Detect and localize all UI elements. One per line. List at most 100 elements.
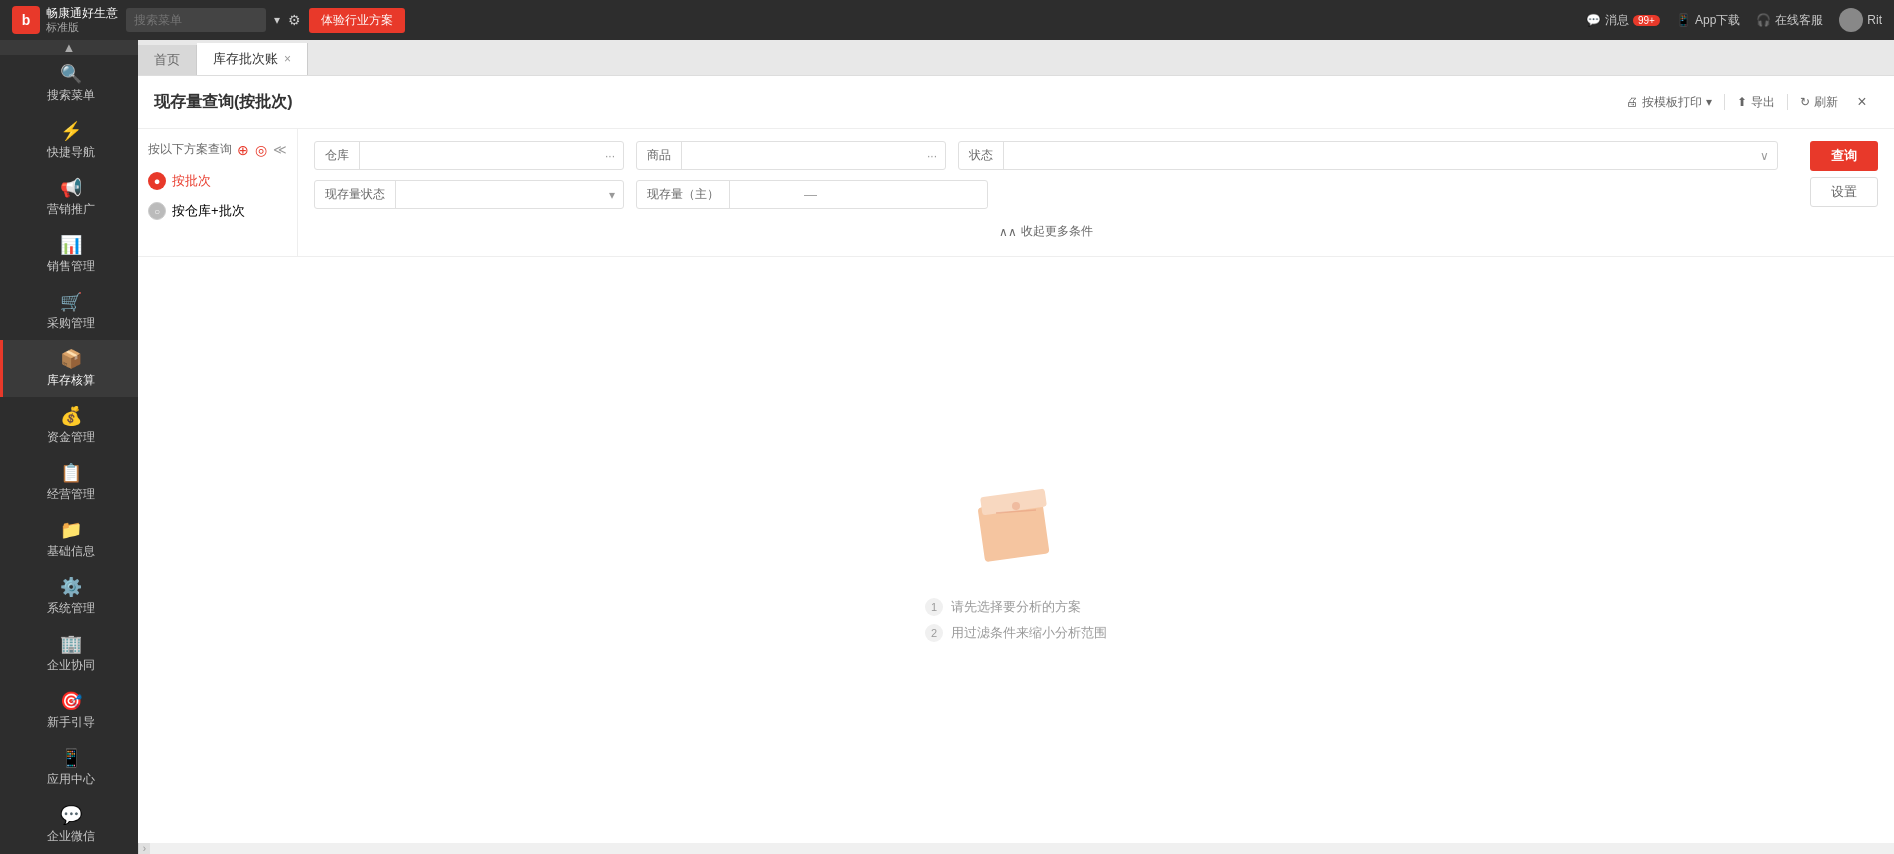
filter-row-2: 现存量状态 ▾ 现存量（主） —: [314, 180, 1778, 209]
topbar-actions: 💬 消息 99+ 📱 App下载 🎧 在线客服 Rit: [1586, 8, 1882, 32]
stock-amount-from[interactable]: [730, 183, 800, 207]
sidebar-item-inventory[interactable]: 📦 库存核算: [0, 340, 138, 397]
scheme-icon-batch: ●: [148, 172, 166, 190]
quick-nav-icon: ⚡: [60, 122, 82, 140]
header-actions: 🖨 按模板打印 ▾ ⬆ 导出 ↻ 刷新: [1626, 94, 1838, 111]
sidebar-item-marketing[interactable]: 📢 营销推广: [0, 169, 138, 226]
sidebar-item-search[interactable]: 🔍 搜索菜单: [0, 55, 138, 112]
sidebar-label-operations: 经营管理: [47, 486, 95, 503]
empty-svg: [956, 458, 1076, 578]
filter-area: 按以下方案查询 ⊕ ◎ ≪ ● 按批次 ○: [138, 129, 1894, 257]
hint-item-2: 2 用过滤条件来缩小分析范围: [925, 624, 1107, 642]
search-dropdown-icon[interactable]: ▾: [274, 13, 280, 27]
refresh-button[interactable]: ↻ 刷新: [1800, 94, 1838, 111]
sidebar-label-enterprise: 企业协同: [47, 657, 95, 674]
tab-close-icon[interactable]: ×: [284, 52, 291, 66]
sidebar-item-purchase[interactable]: 🛒 采购管理: [0, 283, 138, 340]
goods-more-icon[interactable]: ···: [919, 149, 945, 163]
message-button[interactable]: 💬 消息 99+: [1586, 12, 1660, 29]
right-panel-toggle[interactable]: ›: [138, 843, 150, 854]
online-service-button[interactable]: 🎧 在线客服: [1756, 12, 1823, 29]
avatar: [1839, 8, 1863, 32]
sidebar-item-operations[interactable]: 📋 经营管理: [0, 454, 138, 511]
scheme-item-by-batch[interactable]: ● 按批次: [138, 166, 297, 196]
stock-status-field[interactable]: 现存量状态 ▾: [314, 180, 624, 209]
export-icon: ⬆: [1737, 95, 1747, 109]
print-icon: 🖨: [1626, 95, 1638, 109]
operations-icon: 📋: [60, 464, 82, 482]
sidebar-item-system[interactable]: ⚙️ 系统管理: [0, 568, 138, 625]
filter-conditions: 仓库 ··· 商品 ··· 状态: [298, 129, 1794, 256]
tab-batch-stock[interactable]: 库存批次账 ×: [197, 43, 308, 75]
stock-amount-field[interactable]: 现存量（主） —: [636, 180, 988, 209]
dash-icon: —: [800, 187, 821, 202]
hint-item-1: 1 请先选择要分析的方案: [925, 598, 1107, 616]
scheme-label-by-batch: 按批次: [172, 172, 211, 190]
wechat-icon: 💬: [60, 806, 82, 824]
sidebar-scroll-up[interactable]: ▲: [0, 40, 138, 55]
warehouse-label: 仓库: [315, 142, 360, 169]
export-button[interactable]: ⬆ 导出: [1737, 94, 1775, 111]
scheme-panel: 按以下方案查询 ⊕ ◎ ≪ ● 按批次 ○: [138, 129, 298, 256]
refresh-icon: ↻: [1800, 95, 1810, 109]
sidebar-label-wechat: 企业微信: [47, 828, 95, 845]
topbar: b 畅康通好生意 标准版 ▾ ⚙ 体验行业方案 💬 消息 99+ 📱 App下载…: [0, 0, 1894, 40]
goods-input[interactable]: [682, 144, 919, 168]
sidebar-item-quick-nav[interactable]: ⚡ 快捷导航: [0, 112, 138, 169]
hint-text-1: 请先选择要分析的方案: [951, 598, 1081, 616]
app-download-icon: 📱: [1676, 13, 1691, 27]
chevron-right-icon: ›: [143, 843, 146, 854]
page-close-button[interactable]: ×: [1846, 86, 1878, 118]
status-field[interactable]: 状态 ∨: [958, 141, 1778, 170]
search-icon: 🔍: [60, 65, 82, 83]
sidebar-item-finance[interactable]: 💰 资金管理: [0, 397, 138, 454]
logo-area: b 畅康通好生意 标准版: [12, 6, 118, 34]
stock-amount-to[interactable]: [821, 183, 987, 207]
sidebar-item-wechat[interactable]: 💬 企业微信: [0, 796, 138, 853]
filter-row-1: 仓库 ··· 商品 ··· 状态: [314, 141, 1778, 170]
goods-field[interactable]: 商品 ···: [636, 141, 946, 170]
sidebar-item-basic[interactable]: 📁 基础信息: [0, 511, 138, 568]
tab-bar: 首页 库存批次账 ×: [138, 40, 1894, 76]
scheme-header: 按以下方案查询 ⊕ ◎ ≪: [138, 137, 297, 166]
setting-button[interactable]: 设置: [1810, 177, 1878, 207]
tab-home[interactable]: 首页: [138, 45, 197, 75]
warehouse-more-icon[interactable]: ···: [597, 149, 623, 163]
inventory-icon: 📦: [60, 350, 82, 368]
app-center-icon: 📱: [60, 749, 82, 767]
experience-button[interactable]: 体验行业方案: [309, 8, 405, 33]
empty-illustration: [956, 458, 1076, 578]
print-button[interactable]: 🖨 按模板打印 ▾: [1626, 94, 1712, 111]
sidebar-item-app-center[interactable]: 📱 应用中心: [0, 739, 138, 796]
app-name: 畅康通好生意: [46, 6, 118, 20]
sidebar-label-purchase: 采购管理: [47, 315, 95, 332]
scheme-item-by-warehouse-batch[interactable]: ○ 按仓库+批次: [138, 196, 297, 226]
logo-icon: b: [12, 6, 40, 34]
page-content: 现存量查询(按批次) 🖨 按模板打印 ▾ ⬆ 导出: [138, 76, 1894, 843]
app-download-label: App下载: [1695, 12, 1740, 29]
sidebar-item-new-guide[interactable]: 🎯 新手引导: [0, 682, 138, 739]
sidebar-item-sales[interactable]: 📊 销售管理: [0, 226, 138, 283]
query-button[interactable]: 查询: [1810, 141, 1878, 171]
empty-state: 1 请先选择要分析的方案 2 用过滤条件来缩小分析范围: [138, 257, 1894, 843]
sidebar-label-inventory: 库存核算: [47, 372, 95, 389]
purchase-icon: 🛒: [60, 293, 82, 311]
settings-icon[interactable]: ⚙: [288, 12, 301, 28]
sidebar-item-enterprise[interactable]: 🏢 企业协同: [0, 625, 138, 682]
user-area[interactable]: Rit: [1839, 8, 1882, 32]
headset-icon: 🎧: [1756, 13, 1771, 27]
print-dropdown-icon[interactable]: ▾: [1706, 95, 1712, 109]
collapse-scheme-icon[interactable]: ≪: [273, 142, 287, 157]
sidebar-label-marketing: 营销推广: [47, 201, 95, 218]
collapse-button[interactable]: ∧∧ 收起更多条件: [991, 219, 1101, 244]
config-scheme-icon[interactable]: ◎: [255, 142, 267, 158]
add-scheme-icon[interactable]: ⊕: [237, 142, 249, 158]
sidebar-label-basic: 基础信息: [47, 543, 95, 560]
collapse-up-icon: ∧∧: [999, 225, 1017, 239]
divider-1: [1724, 94, 1725, 110]
search-input[interactable]: [126, 8, 266, 32]
hint-num-1: 1: [925, 598, 943, 616]
warehouse-input[interactable]: [360, 144, 597, 168]
app-download-button[interactable]: 📱 App下载: [1676, 12, 1740, 29]
warehouse-field[interactable]: 仓库 ···: [314, 141, 624, 170]
